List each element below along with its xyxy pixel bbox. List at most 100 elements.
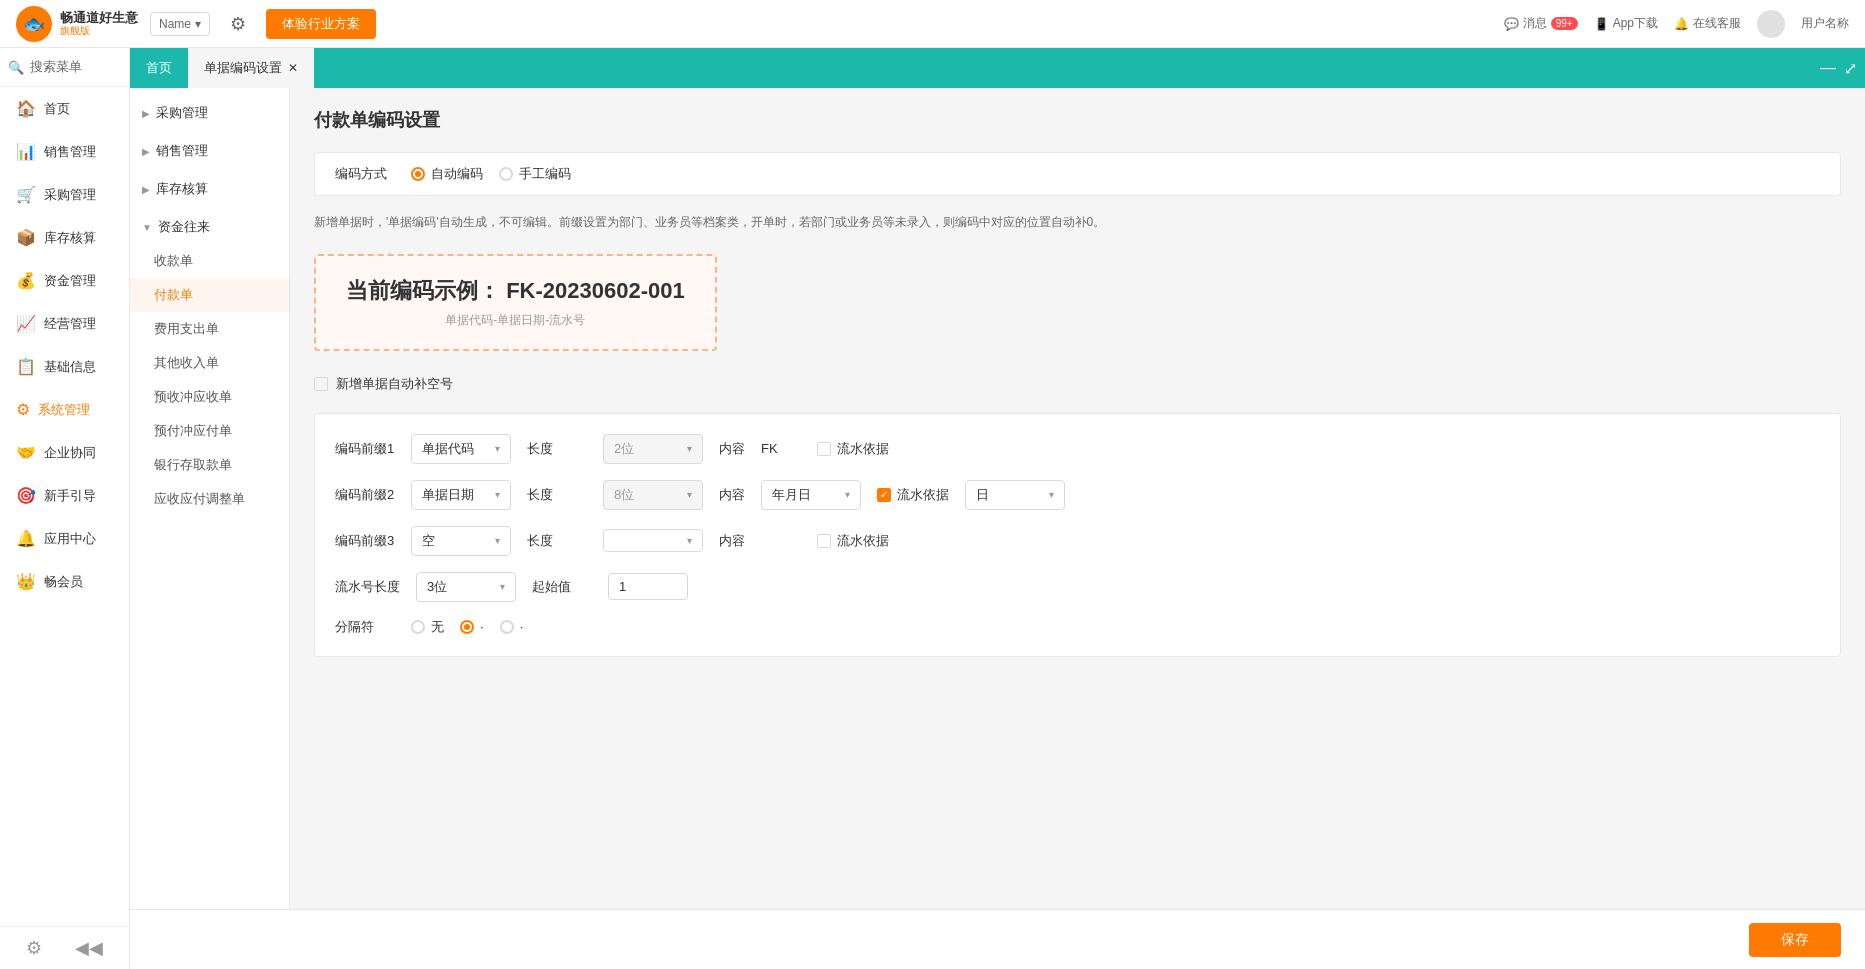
chevron-down-icon: ▾ (687, 535, 692, 546)
flow1-check: 流水依据 (817, 440, 889, 458)
flow2-unit-select[interactable]: 日 ▾ (965, 480, 1065, 510)
content1-value: FK (761, 441, 801, 456)
sidebar-item-sales[interactable]: 📊 销售管理 (0, 130, 129, 173)
search-label: 搜索菜单 (30, 58, 82, 76)
tab-maximize-icon[interactable]: ⤢ (1844, 59, 1857, 78)
left-nav-group-inventory-title[interactable]: ▶ 库存核算 (130, 172, 289, 206)
bottom-settings-icon[interactable]: ⚙ (26, 937, 42, 959)
sidebar-item-label: 销售管理 (44, 143, 96, 161)
left-nav-item-bank[interactable]: 银行存取款单 (130, 448, 289, 482)
chevron-down-icon: ▾ (687, 443, 692, 454)
search-menu-button[interactable]: 🔍 搜索菜单 (8, 58, 121, 76)
message-button[interactable]: 💬 消息 99+ (1504, 15, 1578, 32)
content2-value: 年月日 (772, 486, 811, 504)
serial-length-select[interactable]: 3位 ▾ (416, 572, 516, 602)
prefix2-select[interactable]: 单据日期 ▾ (411, 480, 511, 510)
group-label: 采购管理 (156, 104, 208, 122)
flow2-checkbox[interactable]: ✓ (877, 488, 891, 502)
basicinfo-icon: 📋 (16, 357, 36, 376)
sidebar-item-enterprise[interactable]: 🤝 企业协同 (0, 431, 129, 474)
length3-label: 长度 (527, 532, 587, 550)
length2-select[interactable]: 8位 ▾ (603, 480, 703, 510)
message-label: 消息 (1523, 15, 1547, 32)
start-value-input[interactable] (608, 573, 688, 600)
chevron-down-icon: ▾ (495, 443, 500, 454)
online-service-button[interactable]: 🔔 在线客服 (1674, 15, 1741, 32)
sidebar-item-label: 畅会员 (44, 573, 83, 591)
left-nav-item-payment[interactable]: 付款单 (130, 278, 289, 312)
chevron-down-icon: ▾ (687, 489, 692, 500)
separator-dot1-circle (460, 620, 474, 634)
prefix3-select[interactable]: 空 ▾ (411, 526, 511, 556)
length2-label: 长度 (527, 486, 587, 504)
left-nav-group-capital-title[interactable]: ▼ 资金往来 (130, 210, 289, 244)
left-nav-item-prepay-receivable[interactable]: 预收冲应收单 (130, 380, 289, 414)
sidebar-item-finance[interactable]: 💰 资金管理 (0, 259, 129, 302)
user-avatar[interactable] (1757, 10, 1785, 38)
tab-minimize-icon[interactable]: — (1820, 59, 1836, 77)
sidebar: 🔍 搜索菜单 🏠 首页 📊 销售管理 🛒 采购管理 📦 库存核算 💰 资金管理 … (0, 48, 130, 969)
tab-home[interactable]: 首页 (130, 48, 188, 88)
form-row-prefix2: 编码前缀2 单据日期 ▾ 长度 8位 ▾ 内容 年月日 (335, 480, 1820, 510)
settings-button[interactable]: ⚙ (222, 8, 254, 40)
chevron-down-icon: ▾ (195, 17, 201, 31)
manual-code-radio[interactable]: 手工编码 (499, 165, 571, 183)
left-nav-item-adjustment[interactable]: 应收应付调整单 (130, 482, 289, 516)
encoding-method-label: 编码方式 (335, 165, 387, 183)
auto-code-label: 自动编码 (431, 165, 483, 183)
bottom-collapse-icon[interactable]: ◀◀ (75, 937, 103, 959)
left-nav-group-purchase: ▶ 采购管理 (130, 96, 289, 130)
sidebar-item-system[interactable]: ⚙ 系统管理 (0, 388, 129, 431)
separator-none-label: 无 (431, 618, 444, 636)
sidebar-item-home[interactable]: 🏠 首页 (0, 87, 129, 130)
length3-select[interactable]: ▾ (603, 529, 703, 552)
auto-code-radio[interactable]: 自动编码 (411, 165, 483, 183)
prefix1-select[interactable]: 单据代码 ▾ (411, 434, 511, 464)
auto-fill-row: 新增单据自动补空号 (314, 375, 1841, 393)
auto-code-radio-circle (411, 167, 425, 181)
left-nav-item-expense[interactable]: 费用支出单 (130, 312, 289, 346)
save-button[interactable]: 保存 (1749, 923, 1841, 957)
left-nav-item-prepay-payable[interactable]: 预付冲应付单 (130, 414, 289, 448)
sidebar-item-guide[interactable]: 🎯 新手引导 (0, 474, 129, 517)
app-download-button[interactable]: 📱 App下载 (1594, 15, 1658, 32)
flow1-checkbox[interactable] (817, 442, 831, 456)
left-nav-group-inventory: ▶ 库存核算 (130, 172, 289, 206)
operations-icon: 📈 (16, 314, 36, 333)
left-nav-item-other-income[interactable]: 其他收入单 (130, 346, 289, 380)
chevron-down-icon: ▾ (1049, 489, 1054, 500)
sidebar-item-membership[interactable]: 👑 畅会员 (0, 560, 129, 603)
prefix3-label: 编码前缀3 (335, 532, 395, 550)
trial-button[interactable]: 体验行业方案 (266, 9, 376, 39)
company-select[interactable]: Name ▾ (150, 12, 210, 36)
sidebar-item-operations[interactable]: 📈 经营管理 (0, 302, 129, 345)
content2-select[interactable]: 年月日 ▾ (761, 480, 861, 510)
home-icon: 🏠 (16, 99, 36, 118)
sidebar-item-purchase[interactable]: 🛒 采购管理 (0, 173, 129, 216)
left-nav-group-purchase-title[interactable]: ▶ 采购管理 (130, 96, 289, 130)
separator-dot2[interactable]: · (500, 619, 524, 634)
encoding-method-radio-group: 自动编码 手工编码 (411, 165, 571, 183)
sidebar-item-apps[interactable]: 🔔 应用中心 (0, 517, 129, 560)
tab-close-icon[interactable]: ✕ (288, 61, 298, 75)
flow3-checkbox[interactable] (817, 534, 831, 548)
serial-length-value: 3位 (427, 578, 447, 596)
separator-dot1[interactable]: · (460, 619, 484, 634)
logo-icon: 🐟 (16, 6, 52, 42)
logo-title: 畅通道好生意 (60, 10, 138, 26)
sidebar-item-label: 资金管理 (44, 272, 96, 290)
tab-encoding[interactable]: 单据编码设置 ✕ (188, 48, 314, 88)
sidebar-item-inventory[interactable]: 📦 库存核算 (0, 216, 129, 259)
length1-select[interactable]: 2位 ▾ (603, 434, 703, 464)
separator-none[interactable]: 无 (411, 618, 444, 636)
left-nav-group-sales-title[interactable]: ▶ 销售管理 (130, 134, 289, 168)
enterprise-icon: 🤝 (16, 443, 36, 462)
current-code-label: 当前编码示例： (346, 278, 500, 303)
system-icon: ⚙ (16, 400, 30, 419)
left-nav-item-receipt[interactable]: 收款单 (130, 244, 289, 278)
sidebar-item-basicinfo[interactable]: 📋 基础信息 (0, 345, 129, 388)
group-label: 资金往来 (158, 218, 210, 236)
top-bar: 🐟 畅通道好生意 旗舰版 Name ▾ ⚙ 体验行业方案 💬 消息 99+ 📱 … (0, 0, 1865, 48)
code-preview-value: 当前编码示例： FK-20230602-001 (346, 276, 685, 306)
auto-fill-checkbox[interactable] (314, 377, 328, 391)
